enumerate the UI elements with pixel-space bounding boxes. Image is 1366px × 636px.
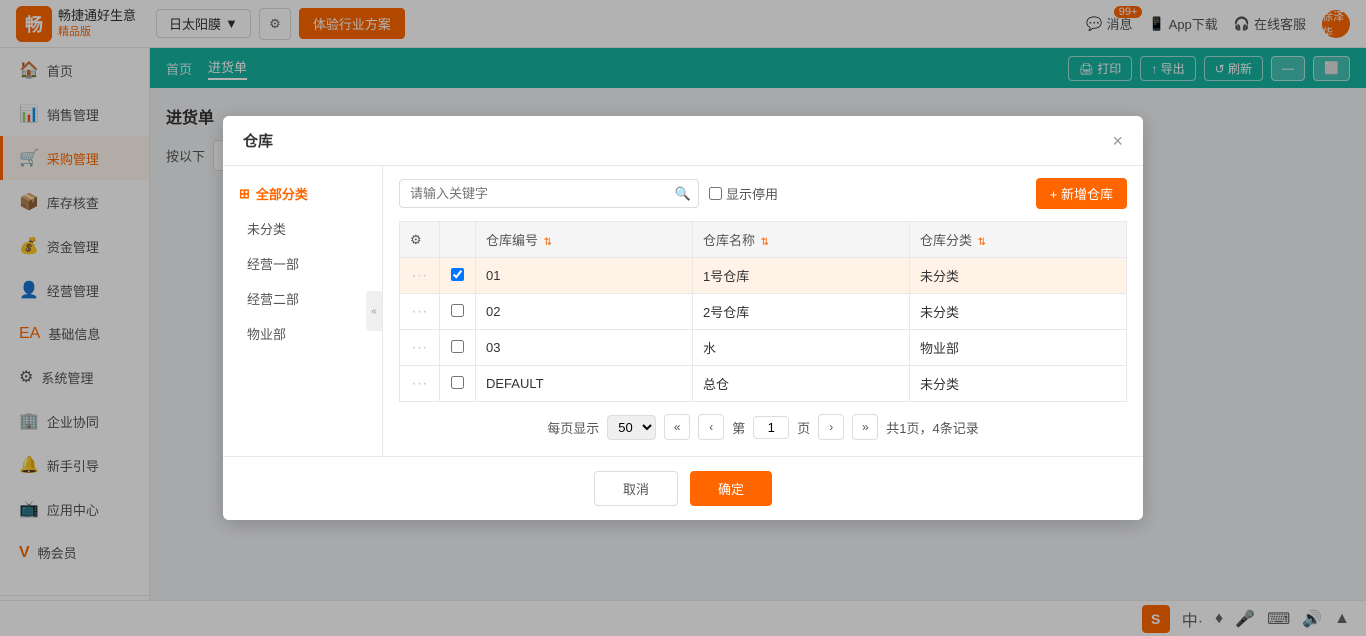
td-checkbox[interactable] xyxy=(440,330,476,366)
page-unit: 页 xyxy=(797,418,810,437)
td-name: 1号仓库 xyxy=(693,258,910,294)
td-name: 水 xyxy=(693,330,910,366)
modal-footer: 取消 确定 xyxy=(223,456,1143,520)
td-category: 未分类 xyxy=(910,294,1127,330)
td-code: 01 xyxy=(476,258,693,294)
td-category: 未分类 xyxy=(910,258,1127,294)
modal-body: ⊞ 全部分类 未分类 经营一部 经营二部 物业部 « 🔍 xyxy=(223,166,1143,456)
search-input-wrap: 🔍 xyxy=(399,179,699,208)
td-more[interactable]: ··· xyxy=(400,366,440,402)
pagination: 每页显示 50 « ‹ 第 页 › » 共1页，4条记录 xyxy=(399,402,1127,444)
td-checkbox[interactable] xyxy=(440,294,476,330)
modal-close-button[interactable]: × xyxy=(1112,132,1123,150)
first-page-button[interactable]: « xyxy=(664,414,690,440)
td-name: 总仓 xyxy=(693,366,910,402)
row-checkbox[interactable] xyxy=(451,304,464,317)
cat-item-property[interactable]: 物业部 xyxy=(223,316,382,351)
td-code: 03 xyxy=(476,330,693,366)
table-toolbar: 🔍 显示停用 + 新增仓库 xyxy=(399,178,1127,209)
modal-title: 仓库 xyxy=(243,130,273,151)
cancel-button[interactable]: 取消 xyxy=(594,471,678,506)
confirm-button[interactable]: 确定 xyxy=(690,471,772,506)
modal-warehouse: 仓库 × ⊞ 全部分类 未分类 经营一部 经营二部 物业部 « xyxy=(223,116,1143,520)
td-category: 未分类 xyxy=(910,366,1127,402)
search-icon[interactable]: 🔍 xyxy=(675,186,691,202)
td-category: 物业部 xyxy=(910,330,1127,366)
th-code[interactable]: 仓库编号 ⇅ xyxy=(476,222,693,258)
td-code: 02 xyxy=(476,294,693,330)
row-checkbox[interactable] xyxy=(451,376,464,389)
table-row[interactable]: ··· 02 2号仓库 未分类 xyxy=(400,294,1127,330)
page-label: 第 xyxy=(732,418,745,437)
td-checkbox[interactable] xyxy=(440,366,476,402)
modal-header: 仓库 × xyxy=(223,116,1143,166)
td-more[interactable]: ··· xyxy=(400,330,440,366)
table-row[interactable]: ··· DEFAULT 总仓 未分类 xyxy=(400,366,1127,402)
cat-item-ops2[interactable]: 经营二部 xyxy=(223,281,382,316)
last-page-button[interactable]: » xyxy=(852,414,878,440)
cat-item-uncategorized[interactable]: 未分类 xyxy=(223,211,382,246)
show-disabled-checkbox[interactable] xyxy=(709,187,722,200)
show-disabled-label[interactable]: 显示停用 xyxy=(709,184,778,203)
warehouse-search-input[interactable] xyxy=(399,179,699,208)
row-checkbox[interactable] xyxy=(451,268,464,281)
per-page-select[interactable]: 50 xyxy=(607,415,656,440)
grid-icon: ⊞ xyxy=(239,186,250,202)
modal-overlay[interactable]: 仓库 × ⊞ 全部分类 未分类 经营一部 经营二部 物业部 « xyxy=(0,0,1366,636)
cat-item-ops1[interactable]: 经营一部 xyxy=(223,246,382,281)
prev-page-button[interactable]: ‹ xyxy=(698,414,724,440)
table-row[interactable]: ··· 03 水 物业部 xyxy=(400,330,1127,366)
next-page-button[interactable]: › xyxy=(818,414,844,440)
td-code: DEFAULT xyxy=(476,366,693,402)
table-row[interactable]: ··· 01 1号仓库 未分类 xyxy=(400,258,1127,294)
per-page-label: 每页显示 xyxy=(547,418,599,437)
total-info: 共1页，4条记录 xyxy=(886,418,978,437)
table-area: 🔍 显示停用 + 新增仓库 ⚙ 仓库编号 ⇅ xyxy=(383,166,1143,456)
th-name[interactable]: 仓库名称 ⇅ xyxy=(693,222,910,258)
th-category[interactable]: 仓库分类 ⇅ xyxy=(910,222,1127,258)
category-collapse-button[interactable]: « xyxy=(366,291,382,331)
warehouse-table: ⚙ 仓库编号 ⇅ 仓库名称 ⇅ 仓库分类 ⇅ ··· 01 1号仓库 未分类 ·… xyxy=(399,221,1127,402)
category-sidebar: ⊞ 全部分类 未分类 经营一部 经营二部 物业部 « xyxy=(223,166,383,456)
td-more[interactable]: ··· xyxy=(400,258,440,294)
td-checkbox[interactable] xyxy=(440,258,476,294)
th-checkbox xyxy=(440,222,476,258)
th-settings[interactable]: ⚙ xyxy=(400,222,440,258)
category-all[interactable]: ⊞ 全部分类 xyxy=(223,176,382,211)
page-number-input[interactable] xyxy=(753,416,789,439)
add-warehouse-button[interactable]: + 新增仓库 xyxy=(1036,178,1127,209)
td-name: 2号仓库 xyxy=(693,294,910,330)
row-checkbox[interactable] xyxy=(451,340,464,353)
td-more[interactable]: ··· xyxy=(400,294,440,330)
